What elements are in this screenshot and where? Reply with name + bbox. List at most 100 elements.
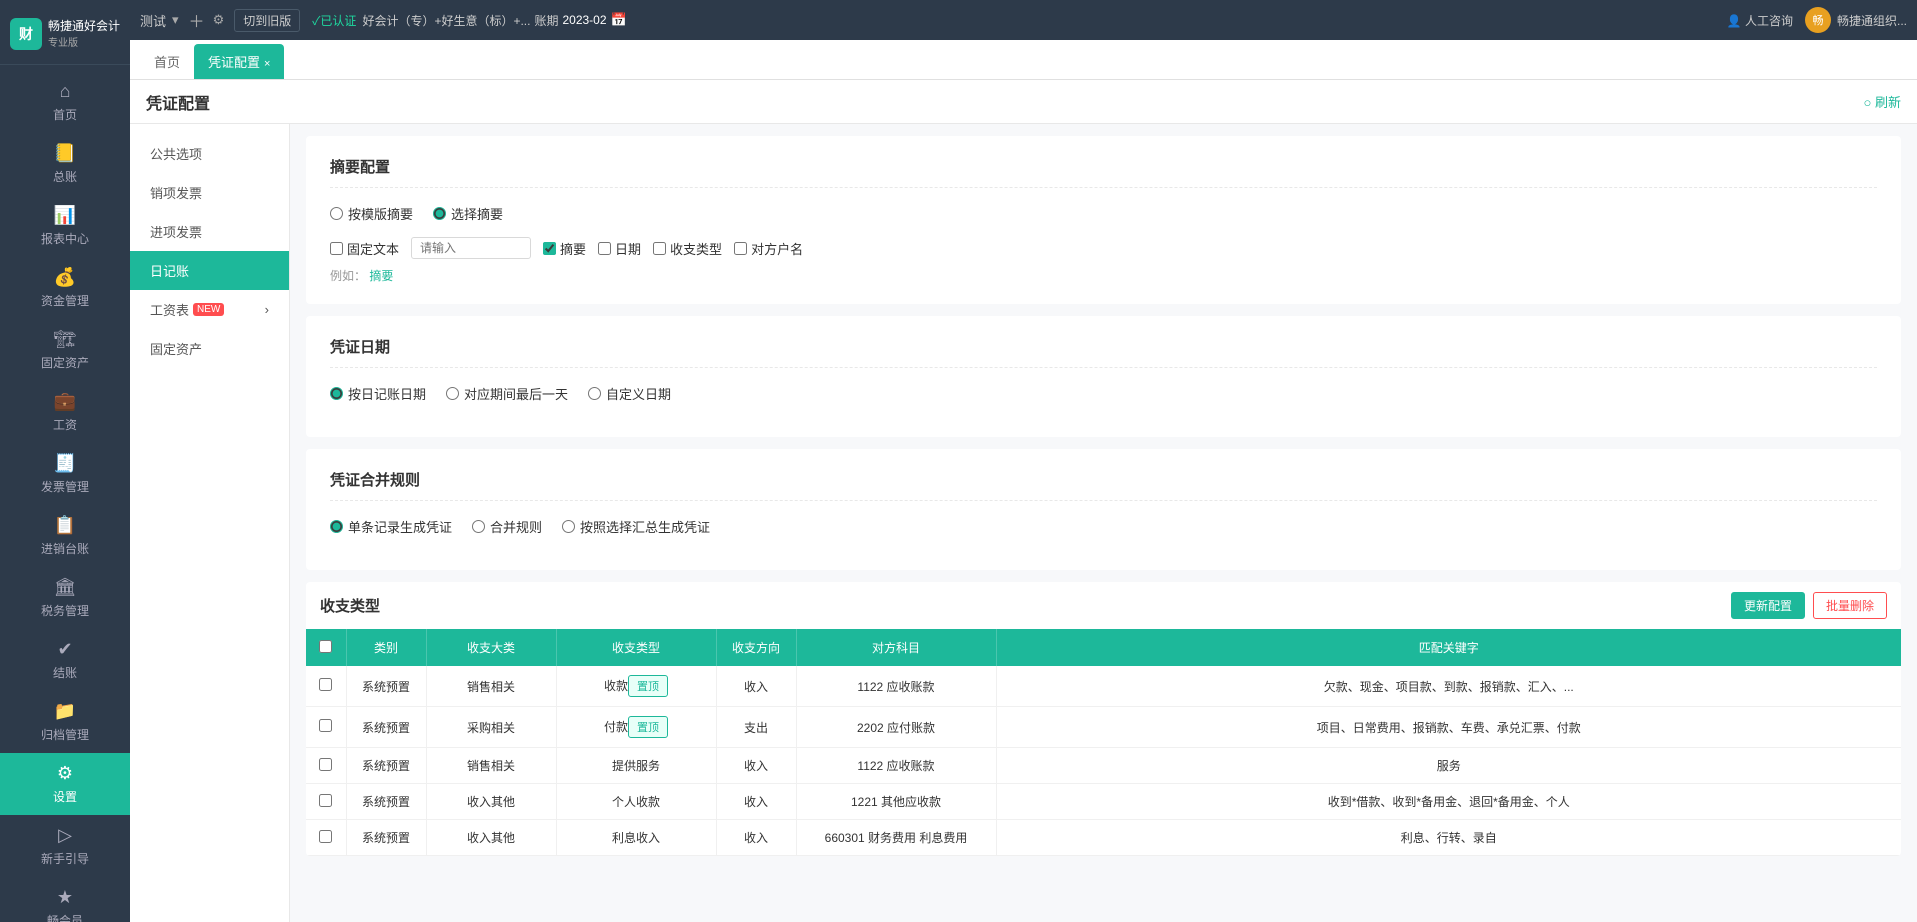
user-info[interactable]: 畅 畅捷通组织... [1805, 7, 1907, 33]
date-radio-period-end[interactable]: 对应期间最后一天 [446, 384, 568, 403]
merge-radio-summary-input[interactable] [562, 520, 575, 533]
date-radio-group: 按日记账日期 对应期间最后一天 自定义日期 [330, 384, 1877, 403]
merge-radio-merge-input[interactable] [472, 520, 485, 533]
top-bar-right: 👤 人工咨询 畅 畅捷通组织... [1727, 7, 1907, 33]
row-keywords: 利息、行转、录自 [996, 820, 1901, 856]
tab-首页[interactable]: 首页 [140, 44, 194, 79]
summary-radio-template-input[interactable] [330, 207, 343, 220]
tab-close-icon[interactable]: × [264, 58, 270, 70]
select-all-checkbox[interactable] [319, 640, 332, 653]
settings-icon[interactable]: ⚙ [213, 12, 225, 28]
date-radio-custom[interactable]: 自定义日期 [588, 384, 671, 403]
summary-radio-template-label: 按模版摘要 [348, 204, 413, 223]
row-checkbox-0[interactable] [319, 678, 332, 691]
row-checkbox-cell [306, 666, 346, 707]
summary-radio-select-input[interactable] [433, 207, 446, 220]
sidebar-item-进销台账[interactable]: 📋进销台账 [0, 505, 130, 567]
add-icon[interactable]: ＋ [189, 8, 205, 32]
example-label: 例如： [330, 269, 366, 283]
sidebar-logo[interactable]: 财 畅捷通好会计 专业版 [0, 10, 130, 65]
date-radio-journal-input[interactable] [330, 387, 343, 400]
date-radio-custom-input[interactable] [588, 387, 601, 400]
row-account: 1122 应收账款 [796, 666, 996, 707]
date-radio-period-end-input[interactable] [446, 387, 459, 400]
sidebar-item-总账[interactable]: 📒总账 [0, 133, 130, 195]
sidebar-item-设置[interactable]: ⚙设置 [0, 753, 130, 815]
row-direction: 收入 [716, 666, 796, 707]
nav-icon: 🧾 [54, 453, 76, 474]
sidebar-item-畅会员[interactable]: ★ 畅会员 [0, 877, 130, 922]
checkbox-summary-input[interactable] [543, 242, 556, 255]
tag-reset[interactable]: 置顶 [628, 716, 668, 738]
period-value: 2023-02 [562, 13, 606, 27]
sidebar-item-归档管理[interactable]: 📁归档管理 [0, 691, 130, 753]
sub-nav-固定资产[interactable]: 固定资产 [130, 329, 289, 368]
checkbox-date[interactable]: 日期 [598, 239, 641, 258]
checkbox-fixed-text[interactable]: 固定文本 [330, 239, 399, 258]
switch-version-button[interactable]: 切到旧版 [234, 9, 300, 32]
date-radio-journal[interactable]: 按日记账日期 [330, 384, 426, 403]
nav-icon: ★ [57, 887, 73, 908]
row-category: 系统预置 [346, 820, 426, 856]
row-direction: 收入 [716, 784, 796, 820]
row-type: 利息收入 [556, 820, 716, 856]
sidebar: 财 畅捷通好会计 专业版 ⌂首页📒总账📊报表中心💰资金管理🏗固定资产💼工资🧾发票… [0, 0, 130, 922]
sidebar-item-新手引导[interactable]: ▷新手引导 [0, 815, 130, 877]
summary-radio-template[interactable]: 按模版摘要 [330, 204, 413, 223]
merge-radio-merge[interactable]: 合并规则 [472, 517, 542, 536]
sub-nav-工资表[interactable]: 工资表NEW› [130, 290, 289, 329]
sidebar-item-税务管理[interactable]: 🏛税务管理 [0, 567, 130, 629]
sub-nav-日记账[interactable]: 日记账 [130, 251, 289, 290]
tab-凭证配置[interactable]: 凭证配置× [194, 44, 284, 79]
summary-title: 摘要配置 [330, 156, 1877, 188]
row-keywords: 项目、日常费用、报销款、车费、承兑汇票、付款 [996, 707, 1901, 748]
merge-radio-summary[interactable]: 按照选择汇总生成凭证 [562, 517, 710, 536]
row-checkbox-1[interactable] [319, 719, 332, 732]
sidebar-item-资金管理[interactable]: 💰资金管理 [0, 257, 130, 319]
sidebar-item-报表中心[interactable]: 📊报表中心 [0, 195, 130, 257]
sidebar-item-首页[interactable]: ⌂首页 [0, 71, 130, 133]
calendar-icon[interactable]: 📅 [611, 12, 627, 28]
nav-label: 畅会员 [47, 912, 83, 922]
row-checkbox-2[interactable] [319, 758, 332, 771]
checkbox-summary[interactable]: 摘要 [543, 239, 586, 258]
checkbox-summary-label: 摘要 [560, 239, 586, 258]
checkbox-income-type[interactable]: 收支类型 [653, 239, 722, 258]
fixed-text-input[interactable] [411, 237, 531, 259]
summary-radio-select[interactable]: 选择摘要 [433, 204, 503, 223]
sub-nav-销项发票[interactable]: 销项发票 [130, 173, 289, 212]
row-checkbox-cell [306, 707, 346, 748]
checkbox-counterpart[interactable]: 对方户名 [734, 239, 803, 258]
merge-radio-single-input[interactable] [330, 520, 343, 533]
nav-icon: 📊 [54, 205, 76, 226]
main-body: 公共选项销项发票进项发票日记账工资表NEW›固定资产 摘要配置 按模版摘要 选择… [130, 124, 1917, 922]
service-link[interactable]: 👤 人工咨询 [1727, 12, 1793, 29]
row-checkbox-cell [306, 784, 346, 820]
update-config-button[interactable]: 更新配置 [1731, 592, 1805, 619]
sidebar-item-结账[interactable]: ✔结账 [0, 629, 130, 691]
row-type: 个人收款 [556, 784, 716, 820]
date-title: 凭证日期 [330, 336, 1877, 368]
company-dropdown-icon[interactable]: ▾ [172, 12, 179, 28]
sidebar-item-固定资产[interactable]: 🏗固定资产 [0, 319, 130, 381]
avatar: 畅 [1805, 7, 1831, 33]
income-type-section: 收支类型 更新配置 批量删除 类别 [306, 582, 1901, 856]
checkbox-counterpart-input[interactable] [734, 242, 747, 255]
sub-nav-公共选项[interactable]: 公共选项 [130, 134, 289, 173]
refresh-button[interactable]: ○ 刷新 [1864, 92, 1901, 111]
tag-reset[interactable]: 置顶 [628, 675, 668, 697]
row-account: 660301 财务费用 利息费用 [796, 820, 996, 856]
checkbox-date-input[interactable] [598, 242, 611, 255]
sidebar-item-工资[interactable]: 💼工资 [0, 381, 130, 443]
sidebar-item-发票管理[interactable]: 🧾发票管理 [0, 443, 130, 505]
merge-radio-single[interactable]: 单条记录生成凭证 [330, 517, 452, 536]
row-checkbox-4[interactable] [319, 830, 332, 843]
nav-label: 税务管理 [41, 602, 89, 619]
checkbox-fixed-text-input[interactable] [330, 242, 343, 255]
page-header: 凭证配置 ○ 刷新 [130, 80, 1917, 124]
summary-radio-group: 按模版摘要 选择摘要 [330, 204, 1877, 223]
sub-nav-进项发票[interactable]: 进项发票 [130, 212, 289, 251]
batch-delete-button[interactable]: 批量删除 [1813, 592, 1887, 619]
row-checkbox-3[interactable] [319, 794, 332, 807]
checkbox-income-type-input[interactable] [653, 242, 666, 255]
